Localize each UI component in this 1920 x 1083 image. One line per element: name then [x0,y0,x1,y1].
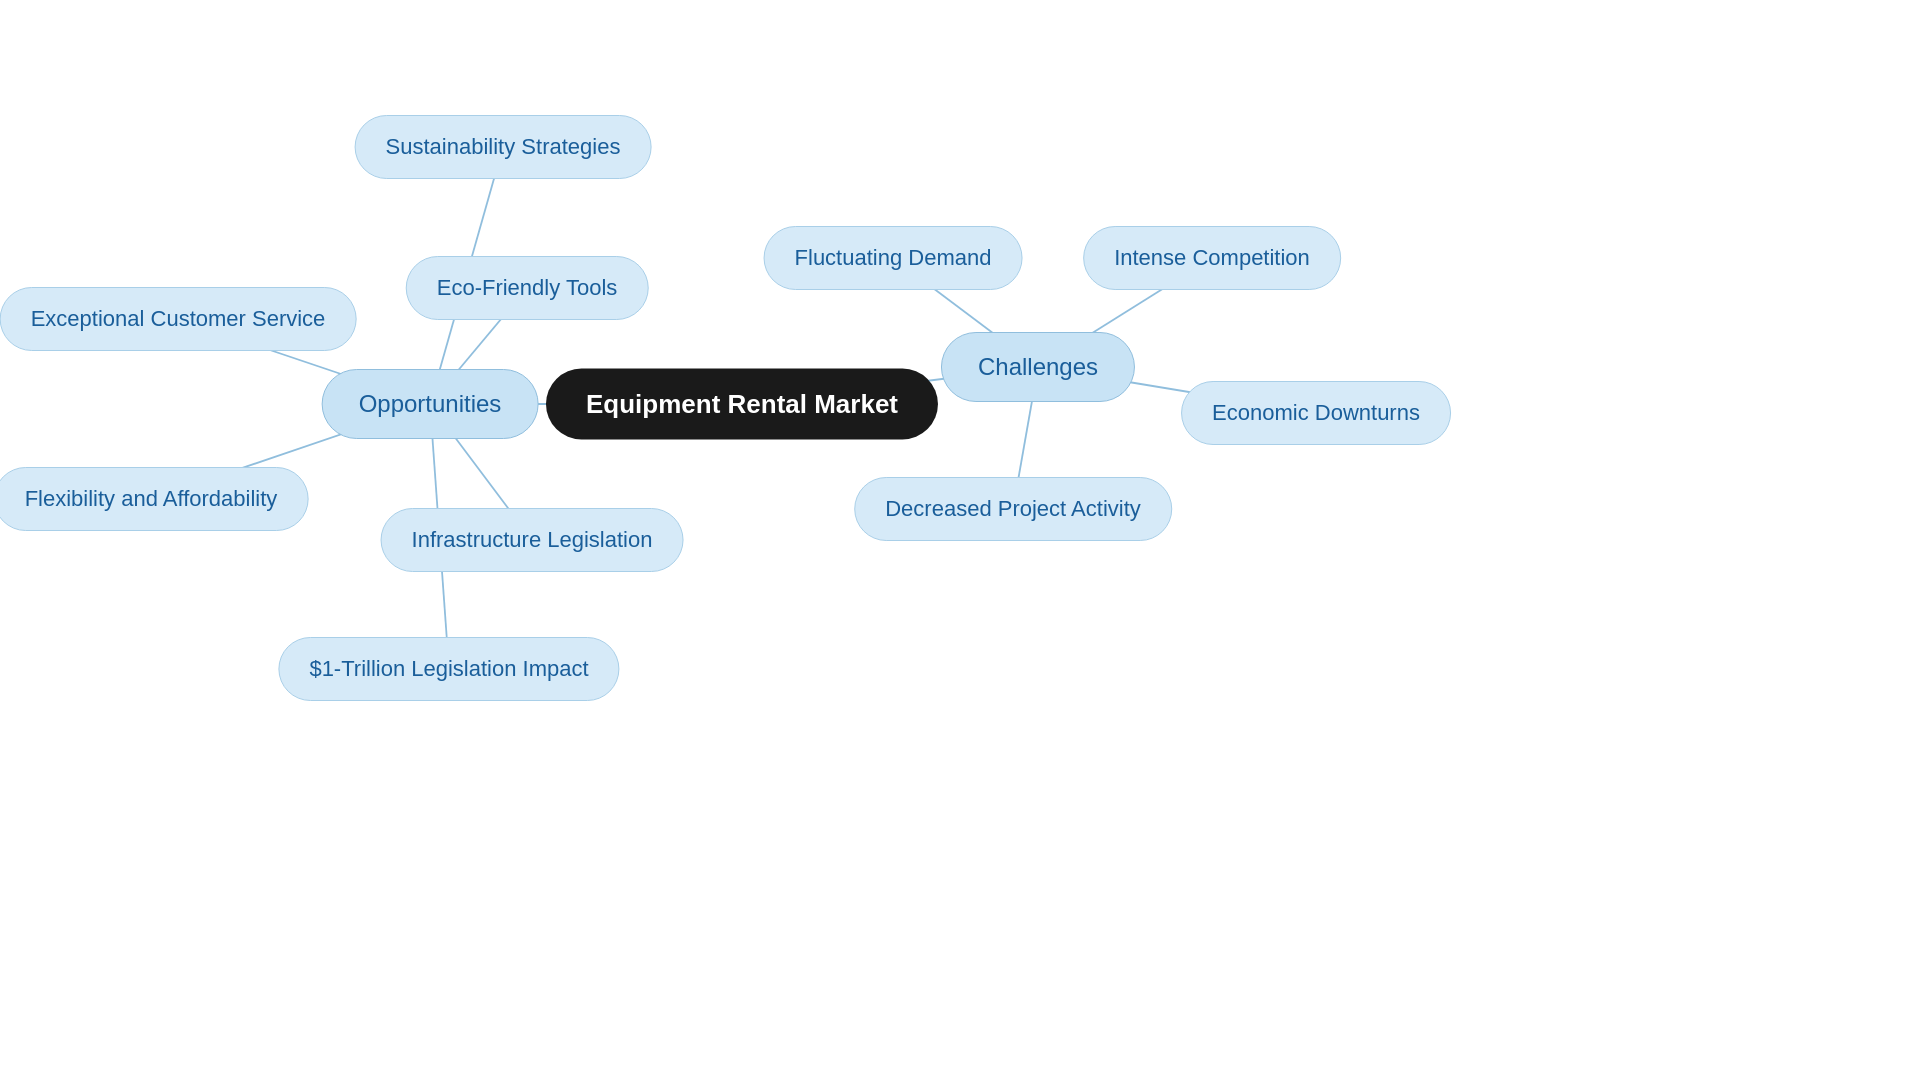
node-decreased: Decreased Project Activity [854,477,1172,541]
node-center: Equipment Rental Market [546,369,938,440]
node-competition: Intense Competition [1083,226,1341,290]
node-fluctuating: Fluctuating Demand [764,226,1023,290]
mindmap-svg [0,0,1920,1083]
node-economic: Economic Downturns [1181,381,1451,445]
node-legislation: $1-Trillion Legislation Impact [278,637,619,701]
node-challenges: Challenges [941,332,1135,402]
node-flexibility: Flexibility and Affordability [0,467,308,531]
node-infrastructure: Infrastructure Legislation [381,508,684,572]
node-ecoFriendly: Eco-Friendly Tools [406,256,649,320]
node-sustainability: Sustainability Strategies [355,115,652,179]
node-opportunities: Opportunities [322,369,539,439]
node-customerService: Exceptional Customer Service [0,287,356,351]
